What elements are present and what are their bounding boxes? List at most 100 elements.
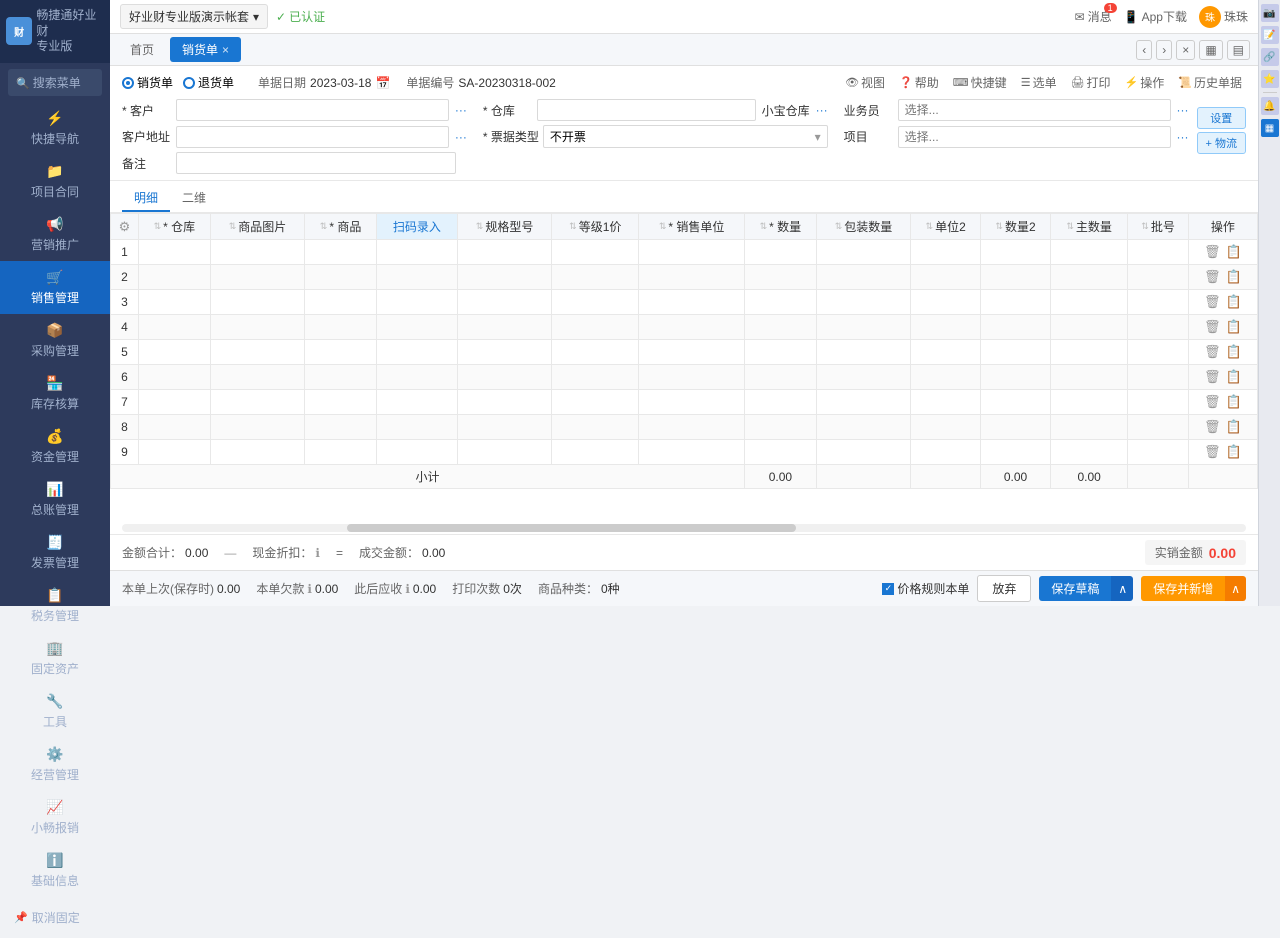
copy-row-button[interactable]: 📋 xyxy=(1225,443,1243,461)
address-picker[interactable]: ··· xyxy=(455,130,467,144)
customer-picker[interactable]: ··· xyxy=(455,103,467,117)
sidebar-item-reports[interactable]: 📈 小畅报销 xyxy=(0,791,110,844)
copy-row-button[interactable]: 📋 xyxy=(1225,343,1243,361)
copy-row-button[interactable]: 📋 xyxy=(1225,368,1243,386)
sidebar-item-sales[interactable]: 🛒 销售管理 xyxy=(0,261,110,314)
receivable-help-icon[interactable]: ℹ xyxy=(405,582,410,596)
abandon-button[interactable]: 放弃 xyxy=(977,575,1031,602)
salesperson-input[interactable] xyxy=(898,99,1171,121)
tab-2d[interactable]: 二维 xyxy=(170,185,218,212)
delete-row-button[interactable]: 🗑 xyxy=(1203,293,1222,311)
warehouse-input[interactable] xyxy=(537,99,756,121)
salesperson-picker[interactable]: ··· xyxy=(1177,103,1189,117)
sidebar-item-basic[interactable]: ℹ️ 基础信息 xyxy=(0,844,110,897)
delete-row-button[interactable]: 🗑 xyxy=(1203,393,1222,411)
shortcut-button[interactable]: ⌨ 快捷键 xyxy=(949,72,1011,93)
sidebar-item-fixed-assets[interactable]: 🏢 固定资产 xyxy=(0,632,110,685)
delete-row-button[interactable]: 🗑 xyxy=(1203,268,1222,286)
unpin-button[interactable]: 📌 取消固定 xyxy=(6,903,104,932)
copy-row-button[interactable]: 📋 xyxy=(1225,268,1243,286)
table-scroll[interactable]: ⚙ ⇅* 仓库 ⇅商品图片 ⇅* 商品 扫码录入 ⇅规格型号 ⇅等级1价 ⇅* … xyxy=(110,213,1258,522)
sidebar-bottom: 📌 取消固定 xyxy=(0,897,110,938)
print-button[interactable]: 🖨 打印 xyxy=(1067,72,1115,93)
table-row: 4🗑📋 xyxy=(111,315,1258,340)
th-batch-input: 扫码录入 xyxy=(376,214,457,240)
discount-help-icon[interactable]: ℹ xyxy=(315,546,320,560)
table-row: 2🗑📋 xyxy=(111,265,1258,290)
copy-row-button[interactable]: 📋 xyxy=(1225,318,1243,336)
search-menu-button[interactable]: 🔍 搜索菜单 xyxy=(8,69,102,96)
th-settings[interactable]: ⚙ xyxy=(111,214,139,240)
radio-return[interactable]: 退货单 xyxy=(183,74,234,91)
app-download-button[interactable]: 📱 App下载 xyxy=(1124,8,1187,25)
delete-row-button[interactable]: 🗑 xyxy=(1203,418,1222,436)
warehouse-picker[interactable]: ··· xyxy=(816,103,828,117)
copy-row-button[interactable]: 📋 xyxy=(1225,293,1243,311)
panel-grid-button[interactable]: ▦ xyxy=(1261,119,1279,137)
panel-link-button[interactable]: 🔗 xyxy=(1261,48,1279,66)
radio-sales[interactable]: 销货单 xyxy=(122,74,173,91)
table-row: 1🗑📋 xyxy=(111,240,1258,265)
operate-button[interactable]: ⚡ 操作 xyxy=(1121,72,1169,93)
tab-detail[interactable]: 明细 xyxy=(122,185,170,212)
address-input[interactable] xyxy=(176,126,449,148)
sidebar-item-inventory[interactable]: 🏪 库存核算 xyxy=(0,367,110,420)
help-button[interactable]: ❓ 帮助 xyxy=(895,72,943,93)
delete-row-button[interactable]: 🗑 xyxy=(1203,318,1222,336)
sidebar-item-finance[interactable]: 💰 资金管理 xyxy=(0,420,110,473)
delete-row-button[interactable]: 🗑 xyxy=(1203,243,1222,261)
remark-input[interactable] xyxy=(176,152,456,174)
panel-notify-button[interactable]: 🔔 xyxy=(1261,97,1279,115)
sidebar-item-quick-nav[interactable]: ⚡ 快捷导航 xyxy=(0,102,110,155)
sidebar-item-invoice[interactable]: 🧾 发票管理 xyxy=(0,526,110,579)
topbar: 好业财专业版演示帐套 ▾ ✓ 已认证 ✉ 消息 1 📱 App下载 珠 珠珠 xyxy=(110,0,1258,34)
sidebar-item-operation[interactable]: ⚙️ 经营管理 xyxy=(0,738,110,791)
message-button[interactable]: ✉ 消息 1 xyxy=(1075,8,1112,25)
tab-next-button[interactable]: › xyxy=(1156,40,1172,60)
delete-row-button[interactable]: 🗑 xyxy=(1203,368,1222,386)
tab-grid1-button[interactable]: ▦ xyxy=(1199,40,1222,60)
project-input[interactable] xyxy=(898,126,1171,148)
copy-row-button[interactable]: 📋 xyxy=(1225,418,1243,436)
calendar-icon[interactable]: 📅 xyxy=(375,76,390,90)
arrears-help-icon[interactable]: ℹ xyxy=(307,582,312,596)
horizontal-scrollbar[interactable] xyxy=(122,524,1246,532)
th-pack-qty: ⇅包装数量 xyxy=(816,214,910,240)
price-rule-checkbox[interactable]: ✓ 价格规则本单 xyxy=(882,580,969,597)
panel-note-button[interactable]: 📝 xyxy=(1261,26,1279,44)
copy-row-button[interactable]: 📋 xyxy=(1225,243,1243,261)
save-new-button[interactable]: 保存并新增 xyxy=(1141,576,1225,601)
panel-camera-button[interactable]: 📷 xyxy=(1261,4,1279,22)
history-button[interactable]: 📜 历史单据 xyxy=(1174,72,1246,93)
user-avatar[interactable]: 珠 珠珠 xyxy=(1199,6,1248,28)
tab-close-icon[interactable]: × xyxy=(222,43,229,57)
sidebar-item-marketing[interactable]: 📢 营销推广 xyxy=(0,208,110,261)
sidebar-item-project[interactable]: 📁 项目合同 xyxy=(0,155,110,208)
save-draft-button[interactable]: 保存草稿 xyxy=(1039,576,1111,601)
settings-icon[interactable]: ⚙ xyxy=(119,219,131,234)
sidebar-item-tools[interactable]: 🔧 工具 xyxy=(0,685,110,738)
customer-input[interactable] xyxy=(176,99,449,121)
add-logistics-button[interactable]: + 物流 xyxy=(1197,132,1246,154)
setup-button[interactable]: 设置 xyxy=(1197,107,1246,129)
project-picker[interactable]: ··· xyxy=(1177,130,1189,144)
delete-row-button[interactable]: 🗑 xyxy=(1203,343,1222,361)
save-new-arrow-button[interactable]: ∧ xyxy=(1225,576,1246,601)
tab-home[interactable]: 首页 xyxy=(118,37,166,62)
view-button[interactable]: 👁 视图 xyxy=(841,72,889,93)
sidebar-item-accounting[interactable]: 📊 总账管理 xyxy=(0,473,110,526)
sidebar-item-purchase[interactable]: 📦 采购管理 xyxy=(0,314,110,367)
copy-row-button[interactable]: 📋 xyxy=(1225,393,1243,411)
scrollbar-thumb[interactable] xyxy=(347,524,797,532)
panel-star-button[interactable]: ⭐ xyxy=(1261,70,1279,88)
sidebar-item-tax[interactable]: 📋 税务管理 xyxy=(0,579,110,632)
select-button[interactable]: ☰ 选单 xyxy=(1017,72,1061,93)
tab-close-button[interactable]: × xyxy=(1176,40,1195,60)
delete-row-button[interactable]: 🗑 xyxy=(1203,443,1222,461)
company-selector[interactable]: 好业财专业版演示帐套 ▾ xyxy=(120,4,268,29)
tab-prev-button[interactable]: ‹ xyxy=(1136,40,1152,60)
tab-sales-order[interactable]: 销货单 × xyxy=(170,37,241,62)
tab-grid2-button[interactable]: ▤ xyxy=(1227,40,1250,60)
save-draft-arrow-button[interactable]: ∧ xyxy=(1111,576,1133,601)
invoice-select[interactable]: 不开票 ▾ xyxy=(543,125,828,148)
